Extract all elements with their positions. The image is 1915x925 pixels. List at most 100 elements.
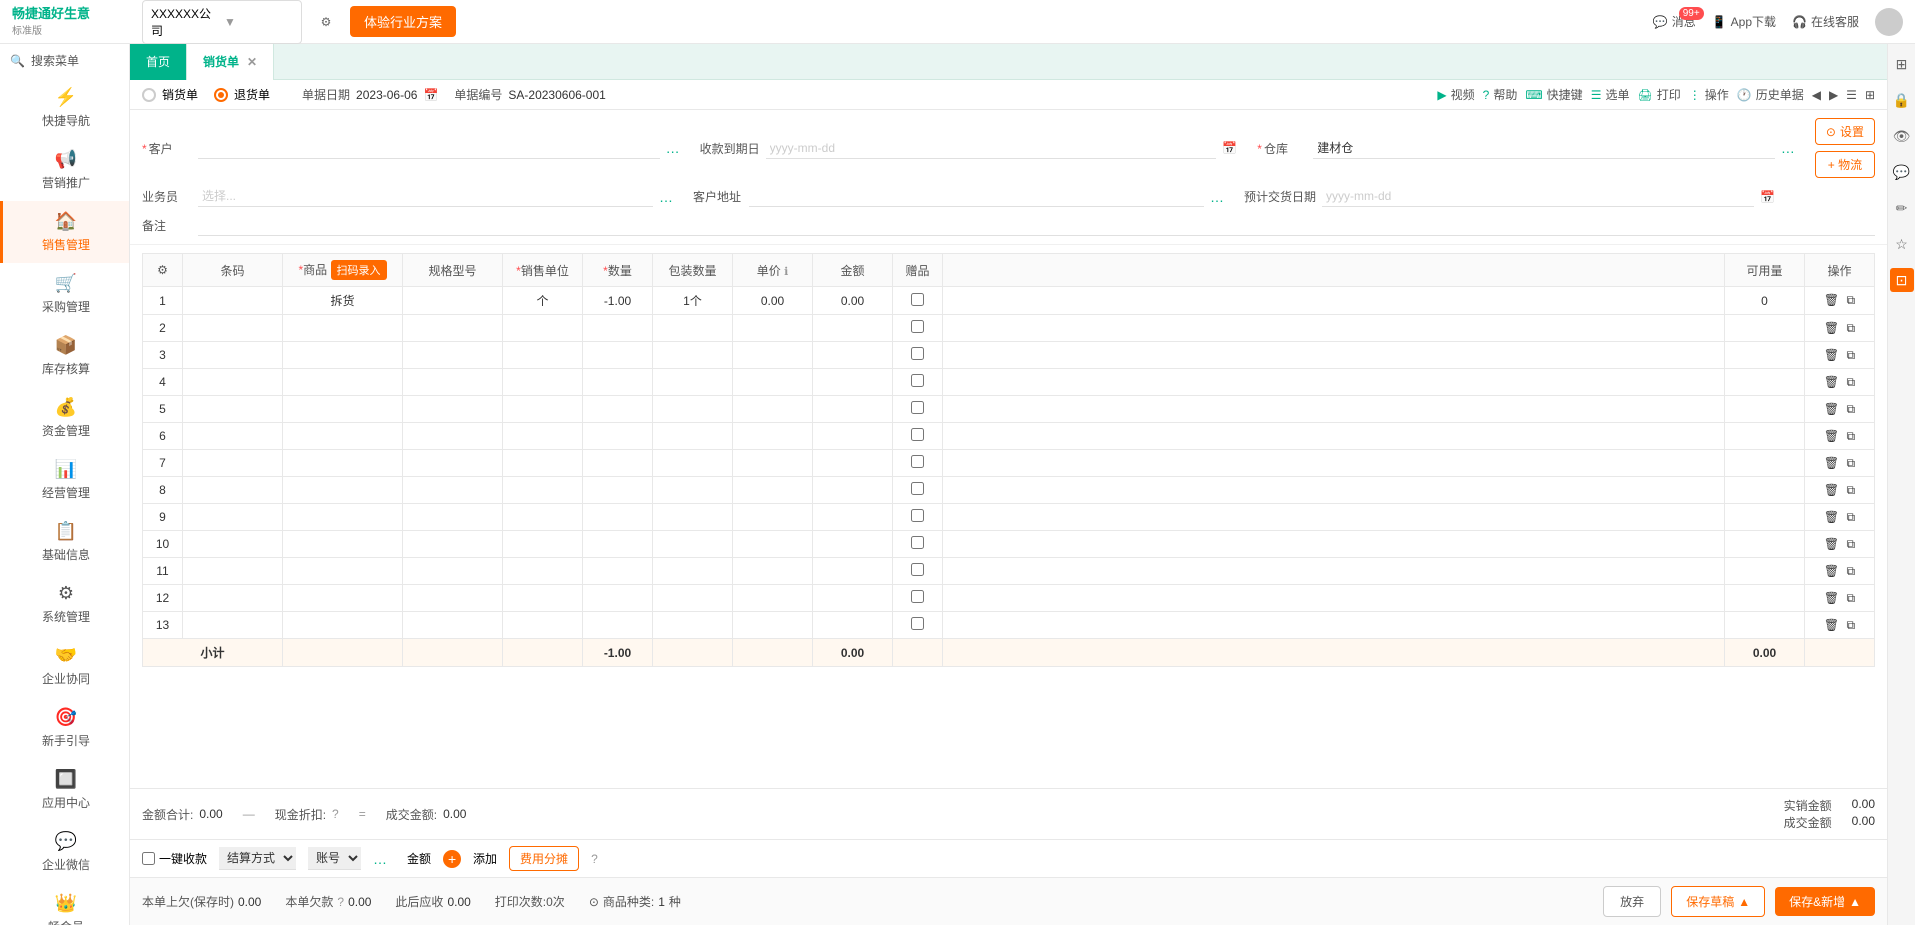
row-copy-icon-3[interactable]: ⧉ — [1847, 375, 1856, 389]
row-gift-1[interactable] — [893, 315, 943, 342]
scan-btn[interactable]: 扫码录入 — [331, 260, 387, 280]
sidebar-item-inventory[interactable]: 📦 库存核算 — [0, 325, 129, 387]
tab-sales-order[interactable]: 销货单 ✕ — [187, 44, 274, 80]
product-type-item[interactable]: ⊙ 商品种类: 1 种 — [589, 893, 681, 910]
row-gift-8[interactable] — [893, 504, 943, 531]
row-barcode-2[interactable] — [183, 342, 283, 369]
discount-help-icon[interactable]: ? — [332, 807, 339, 821]
rp-expand-icon[interactable]: ⊞ — [1890, 52, 1914, 76]
row-gift-6[interactable] — [893, 450, 943, 477]
row-delete-icon-4[interactable]: 🗑 — [1824, 402, 1839, 416]
row-gift-3[interactable] — [893, 369, 943, 396]
row-copy-icon-1[interactable]: ⧉ — [1847, 321, 1856, 335]
row-barcode-8[interactable] — [183, 504, 283, 531]
save-new-button[interactable]: 保存&新增 ▲ — [1775, 887, 1875, 916]
row-delete-icon-10[interactable]: 🗑 — [1824, 564, 1839, 578]
rp-lock-icon[interactable]: 🔒 — [1890, 88, 1914, 112]
salesperson-input[interactable] — [198, 186, 653, 207]
row-delete-icon-9[interactable]: 🗑 — [1824, 537, 1839, 551]
row-gift-0[interactable] — [893, 287, 943, 315]
sidebar-item-sales[interactable]: 🏠 销售管理 — [0, 201, 129, 263]
customer-input[interactable] — [198, 138, 660, 159]
app-download-btn[interactable]: 📱 App下载 — [1712, 13, 1776, 30]
row-delete-icon-11[interactable]: 🗑 — [1824, 591, 1839, 605]
row-barcode-1[interactable] — [183, 315, 283, 342]
row-copy-icon-10[interactable]: ⧉ — [1847, 564, 1856, 578]
sidebar-item-business[interactable]: 📊 经营管理 — [0, 449, 129, 511]
row-gift-4[interactable] — [893, 396, 943, 423]
row-copy-icon-6[interactable]: ⧉ — [1847, 456, 1856, 470]
row-copy-icon-11[interactable]: ⧉ — [1847, 591, 1856, 605]
trial-button[interactable]: 体验行业方案 — [350, 6, 456, 37]
toolbar-view-grid[interactable]: ⊞ — [1865, 88, 1875, 102]
settings-icon[interactable]: ⚙ — [310, 6, 342, 38]
customer-dots-btn[interactable]: … — [666, 140, 680, 156]
company-selector[interactable]: XXXXXX公司 ▼ — [142, 0, 302, 44]
save-draft-button[interactable]: 保存草稿 ▲ — [1671, 886, 1765, 917]
sidebar-item-finance[interactable]: 💰 资金管理 — [0, 387, 129, 449]
row-copy-icon-0[interactable]: ⧉ — [1847, 293, 1856, 307]
row-copy-icon-12[interactable]: ⧉ — [1847, 618, 1856, 632]
sidebar-item-marketing[interactable]: 📢 营销推广 — [0, 139, 129, 201]
rp-star-icon[interactable]: ☆ — [1890, 232, 1914, 256]
due-date-input[interactable] — [766, 138, 1217, 159]
row-gift-9[interactable] — [893, 531, 943, 558]
method-select[interactable]: 结算方式 — [219, 847, 296, 870]
salesperson-dots-btn[interactable]: … — [659, 189, 673, 205]
row-barcode-10[interactable] — [183, 558, 283, 585]
row-barcode-0[interactable] — [183, 287, 283, 315]
warehouse-dots-btn[interactable]: … — [1781, 140, 1795, 156]
row-delete-icon-0[interactable]: 🗑 — [1824, 293, 1839, 307]
warehouse-input[interactable] — [1313, 138, 1775, 159]
toolbar-history[interactable]: 🕐 历史单据 — [1737, 86, 1804, 103]
toolbar-nav-right[interactable]: ▶ — [1829, 88, 1838, 102]
sidebar-item-quick-nav[interactable]: ⚡ 快捷导航 — [0, 77, 129, 139]
radio-sales[interactable]: 销货单 — [142, 86, 198, 103]
cal-icon[interactable]: 📅 — [423, 88, 438, 102]
expected-date-cal-icon[interactable]: 📅 — [1760, 190, 1775, 204]
row-barcode-6[interactable] — [183, 450, 283, 477]
add-button[interactable]: + — [443, 850, 461, 868]
toolbar-shortcut[interactable]: ⌨ 快捷键 — [1525, 86, 1582, 103]
rp-edit-icon[interactable]: ✏ — [1890, 196, 1914, 220]
row-barcode-9[interactable] — [183, 531, 283, 558]
row-delete-icon-7[interactable]: 🗑 — [1824, 483, 1839, 497]
row-barcode-7[interactable] — [183, 477, 283, 504]
one-click-checkbox[interactable]: 一键收款 — [142, 850, 207, 867]
fee-help-icon[interactable]: ? — [591, 852, 598, 866]
row-barcode-3[interactable] — [183, 369, 283, 396]
arrears-help-icon[interactable]: ? — [337, 895, 344, 909]
rp-eye-icon[interactable]: 👁 — [1890, 124, 1914, 148]
row-copy-icon-9[interactable]: ⧉ — [1847, 537, 1856, 551]
toolbar-print[interactable]: 🖨 打印 — [1637, 86, 1680, 103]
row-gift-2[interactable] — [893, 342, 943, 369]
account-select[interactable]: 账号 — [308, 847, 361, 870]
avatar[interactable] — [1875, 8, 1903, 36]
row-barcode-4[interactable] — [183, 396, 283, 423]
logistics-button[interactable]: + 物流 — [1815, 151, 1875, 178]
row-gift-7[interactable] — [893, 477, 943, 504]
toolbar-select[interactable]: ☰ 选单 — [1591, 86, 1630, 103]
customer-address-input[interactable] — [749, 186, 1204, 207]
sidebar-search[interactable]: 🔍 搜索菜单 — [0, 44, 129, 77]
row-delete-icon-8[interactable]: 🗑 — [1824, 510, 1839, 524]
abandon-button[interactable]: 放弃 — [1603, 886, 1661, 917]
sidebar-item-collab[interactable]: 🤝 企业协同 — [0, 635, 129, 697]
sidebar-item-wechat[interactable]: 💬 企业微信 — [0, 821, 129, 883]
row-delete-icon-12[interactable]: 🗑 — [1824, 618, 1839, 632]
th-settings[interactable]: ⚙ — [143, 254, 183, 287]
sidebar-item-base[interactable]: 📋 基础信息 — [0, 511, 129, 573]
row-copy-icon-8[interactable]: ⧉ — [1847, 510, 1856, 524]
sidebar-item-purchase[interactable]: 🛒 采购管理 — [0, 263, 129, 325]
remark-input[interactable] — [198, 215, 1875, 236]
row-gift-5[interactable] — [893, 423, 943, 450]
sidebar-item-member[interactable]: 👑 畅会员 — [0, 883, 129, 925]
row-delete-icon-2[interactable]: 🗑 — [1824, 348, 1839, 362]
sidebar-item-system[interactable]: ⚙ 系统管理 — [0, 573, 129, 635]
service-btn[interactable]: 🎧 在线客服 — [1792, 13, 1859, 30]
sidebar-item-guide[interactable]: 🎯 新手引导 — [0, 697, 129, 759]
toolbar-view-list[interactable]: ☰ — [1846, 88, 1857, 102]
row-delete-icon-3[interactable]: 🗑 — [1824, 375, 1839, 389]
toolbar-action[interactable]: ⋮ 操作 — [1689, 86, 1729, 103]
row-barcode-12[interactable] — [183, 612, 283, 639]
